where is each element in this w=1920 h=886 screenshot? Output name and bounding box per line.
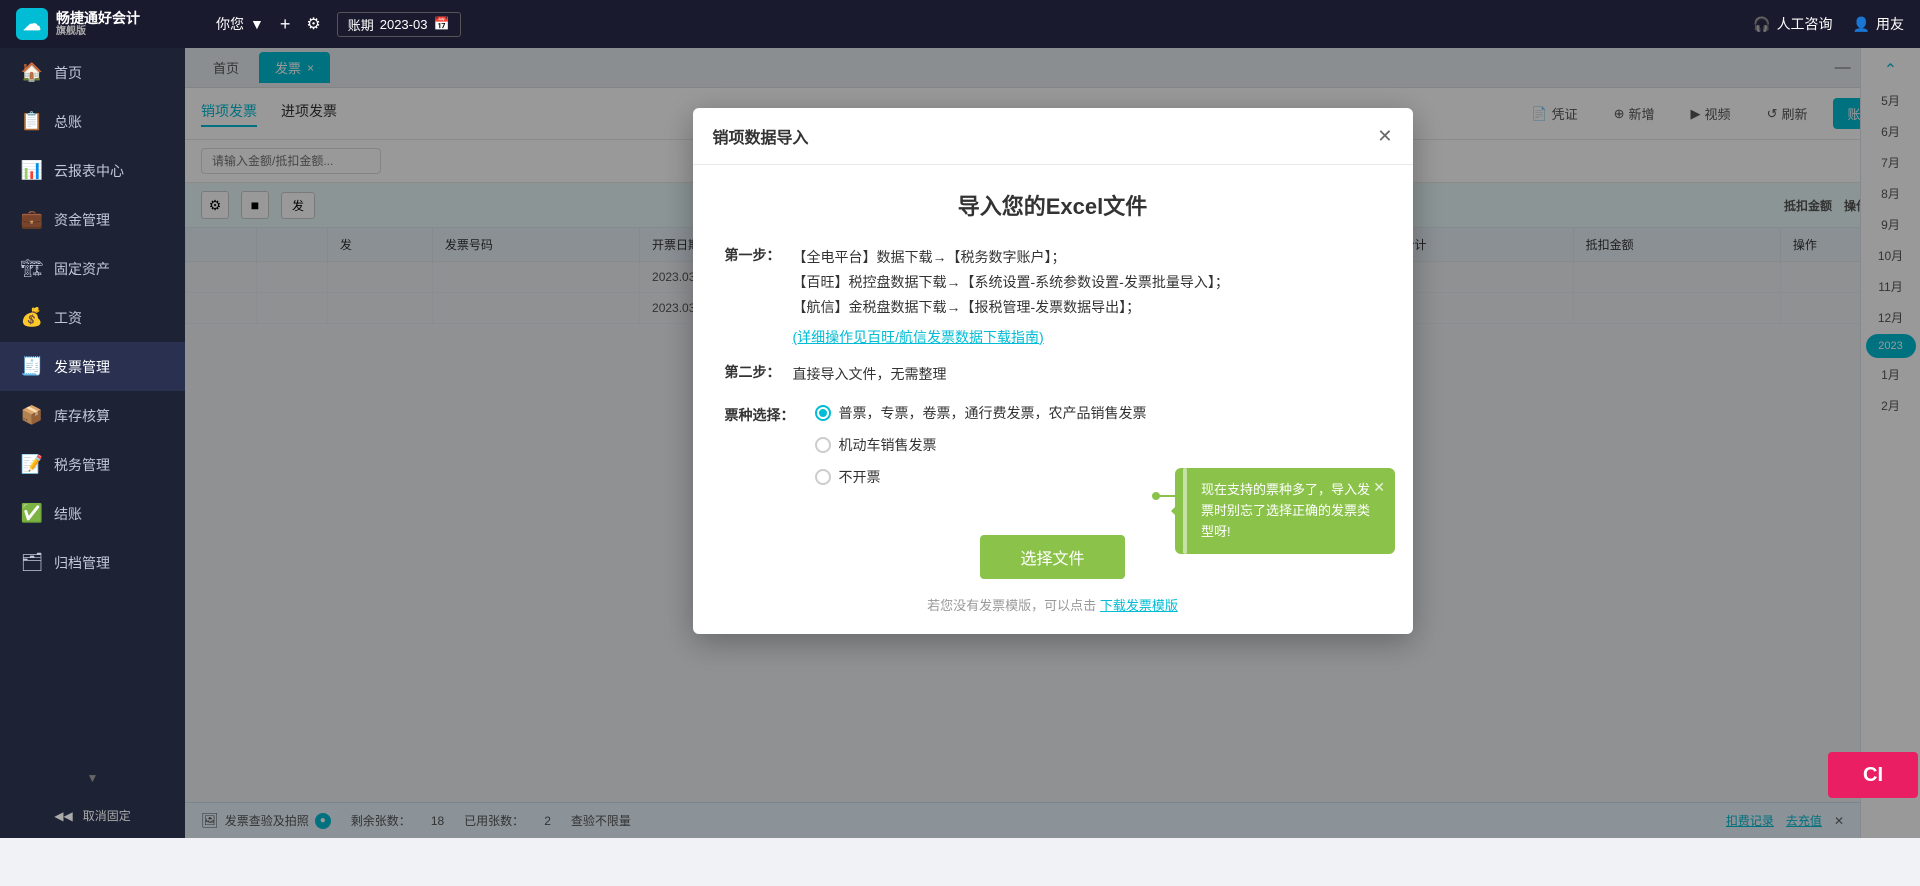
user-icon: 👤 xyxy=(1853,16,1870,33)
sidebar-item-settle[interactable]: ✅ 结账 xyxy=(0,489,185,538)
step2-content: 直接导入文件，无需整理 xyxy=(793,362,947,387)
modal-title: 销项数据导入 xyxy=(713,124,809,148)
sidebar-label-home: 首页 xyxy=(54,63,82,83)
modal-header: 销项数据导入 ✕ xyxy=(693,108,1413,165)
ai-consult[interactable]: 🎧 人工咨询 xyxy=(1753,14,1832,34)
import-modal: 销项数据导入 ✕ 导入您的Excel文件 第一步： 【全电平台】数据下载→【税务… xyxy=(693,108,1413,634)
salary-icon: 💰 xyxy=(20,307,44,328)
invoice-icon: 🧾 xyxy=(20,356,44,377)
ticket-label: 票种选择： xyxy=(725,403,795,425)
period-label: 账期 xyxy=(348,15,374,34)
tooltip-bar xyxy=(1183,468,1187,554)
sidebar-item-tax[interactable]: 📝 税务管理 xyxy=(0,440,185,489)
step1-label: 第一步： xyxy=(725,245,781,350)
sidebar-item-fixed[interactable]: 🏗 固定资产 xyxy=(0,244,185,293)
tax-icon: 📝 xyxy=(20,454,44,475)
sidebar-label-settle: 结账 xyxy=(54,504,82,524)
ci-badge: CI xyxy=(1828,752,1918,798)
modal-bottom-note: 若您没有发票模版，可以点击 下载发票模版 xyxy=(725,595,1381,614)
calendar-icon: 📅 xyxy=(433,16,449,32)
period-badge: 账期 2023-03 📅 xyxy=(337,12,461,37)
logo-icon: ☁ xyxy=(16,8,48,40)
modal-close-btn[interactable]: ✕ xyxy=(1377,126,1392,147)
radio-option-0[interactable]: 普票，专票，卷票，通行费发票，农产品销售发票 xyxy=(815,403,1147,423)
step1-row: 第一步： 【全电平台】数据下载→【税务数字账户】； 【百旺】税控盘数据下载→【系… xyxy=(725,245,1381,350)
step1-line-0: 【全电平台】数据下载→【税务数字账户】； xyxy=(793,245,1229,270)
step1-content: 【全电平台】数据下载→【税务数字账户】； 【百旺】税控盘数据下载→【系统设置-系… xyxy=(793,245,1229,350)
tooltip-text: 现在支持的票种多了，导入发票时别忘了选择正确的发票类型呀! xyxy=(1191,480,1379,542)
sidebar-label-ledger: 总账 xyxy=(54,112,82,132)
step2-label: 第二步： xyxy=(725,362,781,387)
inventory-icon: 📦 xyxy=(20,405,44,426)
download-template-link[interactable]: 下载发票模版 xyxy=(1100,598,1178,613)
step1-line-2: 【航信】金税盘数据下载→【报税管理-发票数据导出】； xyxy=(793,295,1229,320)
sidebar-cancel-fixed[interactable]: ◀◀ 取消固定 xyxy=(0,793,185,838)
company-name: 你您 xyxy=(216,14,244,34)
sidebar-label-salary: 工资 xyxy=(54,308,82,328)
sidebar-label-tax: 税务管理 xyxy=(54,455,110,475)
fixed-icon: 🏗 xyxy=(20,258,44,279)
sidebar-label-archive: 归档管理 xyxy=(54,553,110,573)
fund-icon: 💼 xyxy=(20,209,44,230)
tooltip-close-btn[interactable]: ✕ xyxy=(1373,476,1385,498)
radio-label-1: 机动车销售发票 xyxy=(839,435,937,455)
radio-option-2[interactable]: 不开票 xyxy=(815,467,1147,487)
sidebar: 🏠 首页 📋 总账 📊 云报表中心 💼 资金管理 🏗 固定资产 💰 工资 🧾 发… xyxy=(0,48,185,838)
topbar-center: 你您 ▼ + ⚙ 账期 2023-03 📅 xyxy=(196,12,1753,37)
cancel-fixed-icon: ◀◀ xyxy=(54,809,72,823)
home-icon: 🏠 xyxy=(20,62,44,83)
sidebar-item-inventory[interactable]: 📦 库存核算 xyxy=(0,391,185,440)
radio-label-0: 普票，专票，卷票，通行费发票，农产品销售发票 xyxy=(839,403,1147,423)
radio-group: 普票，专票，卷票，通行费发票，农产品销售发票 机动车销售发票 不开票 xyxy=(815,403,1147,487)
radio-circle-1 xyxy=(815,437,831,453)
sidebar-item-home[interactable]: 🏠 首页 xyxy=(0,48,185,97)
archive-icon: 🗂 xyxy=(20,552,44,573)
modal-main-title: 导入您的Excel文件 xyxy=(725,189,1381,221)
step1-guide-link[interactable]: (详细操作见百旺/航信发票数据下载指南) xyxy=(793,329,1044,345)
app-logo: ☁ 畅捷通好会计 旗舰版 xyxy=(16,8,196,40)
radio-option-1[interactable]: 机动车销售发票 xyxy=(815,435,1147,455)
app-sub: 旗舰版 xyxy=(56,26,140,38)
company-selector[interactable]: 你您 ▼ xyxy=(216,14,264,34)
overlay: 销项数据导入 ✕ 导入您的Excel文件 第一步： 【全电平台】数据下载→【税务… xyxy=(185,48,1920,838)
sidebar-item-archive[interactable]: 🗂 归档管理 xyxy=(0,538,185,587)
app-name: 畅捷通好会计 xyxy=(56,10,140,27)
topbar-right: 🎧 人工咨询 👤 用友 xyxy=(1753,14,1904,34)
sidebar-scroll-down[interactable]: ▼ xyxy=(0,763,185,793)
radio-circle-2 xyxy=(815,469,831,485)
dropdown-icon: ▼ xyxy=(250,16,264,32)
report-icon: 📊 xyxy=(20,160,44,181)
modal-body: 导入您的Excel文件 第一步： 【全电平台】数据下载→【税务数字账户】； 【百… xyxy=(693,165,1413,519)
sidebar-item-salary[interactable]: 💰 工资 xyxy=(0,293,185,342)
settings-icon[interactable]: ⚙ xyxy=(306,14,320,34)
sidebar-label-invoice: 发票管理 xyxy=(54,357,110,377)
add-icon[interactable]: + xyxy=(280,14,291,35)
radio-circle-0 xyxy=(815,405,831,421)
radio-label-2: 不开票 xyxy=(839,467,881,487)
sidebar-label-report: 云报表中心 xyxy=(54,161,124,181)
tooltip-bubble: ✕ 现在支持的票种多了，导入发票时别忘了选择正确的发票类型呀! xyxy=(1175,468,1395,554)
sidebar-label-inventory: 库存核算 xyxy=(54,406,110,426)
headset-icon: 🎧 xyxy=(1753,16,1770,33)
bottom-note-prefix: 若您没有发票模版，可以点击 xyxy=(927,598,1096,613)
step2-row: 第二步： 直接导入文件，无需整理 xyxy=(725,362,1381,387)
sidebar-item-report[interactable]: 📊 云报表中心 xyxy=(0,146,185,195)
sidebar-label-fund: 资金管理 xyxy=(54,210,110,230)
sidebar-label-fixed: 固定资产 xyxy=(54,259,110,279)
user-section[interactable]: 👤 用友 xyxy=(1853,14,1904,34)
topbar: ☁ 畅捷通好会计 旗舰版 你您 ▼ + ⚙ 账期 2023-03 📅 🎧 人工咨… xyxy=(0,0,1920,48)
select-file-button[interactable]: 选择文件 xyxy=(980,535,1124,579)
sidebar-item-ledger[interactable]: 📋 总账 xyxy=(0,97,185,146)
period-value: 2023-03 xyxy=(380,17,428,32)
settle-icon: ✅ xyxy=(20,503,44,524)
ledger-icon: 📋 xyxy=(20,111,44,132)
sidebar-item-invoice[interactable]: 🧾 发票管理 xyxy=(0,342,185,391)
step1-line-1: 【百旺】税控盘数据下载→【系统设置-系统参数设置-发票批量导入】； xyxy=(793,270,1229,295)
sidebar-item-fund[interactable]: 💼 资金管理 xyxy=(0,195,185,244)
tooltip-line xyxy=(1155,495,1175,497)
